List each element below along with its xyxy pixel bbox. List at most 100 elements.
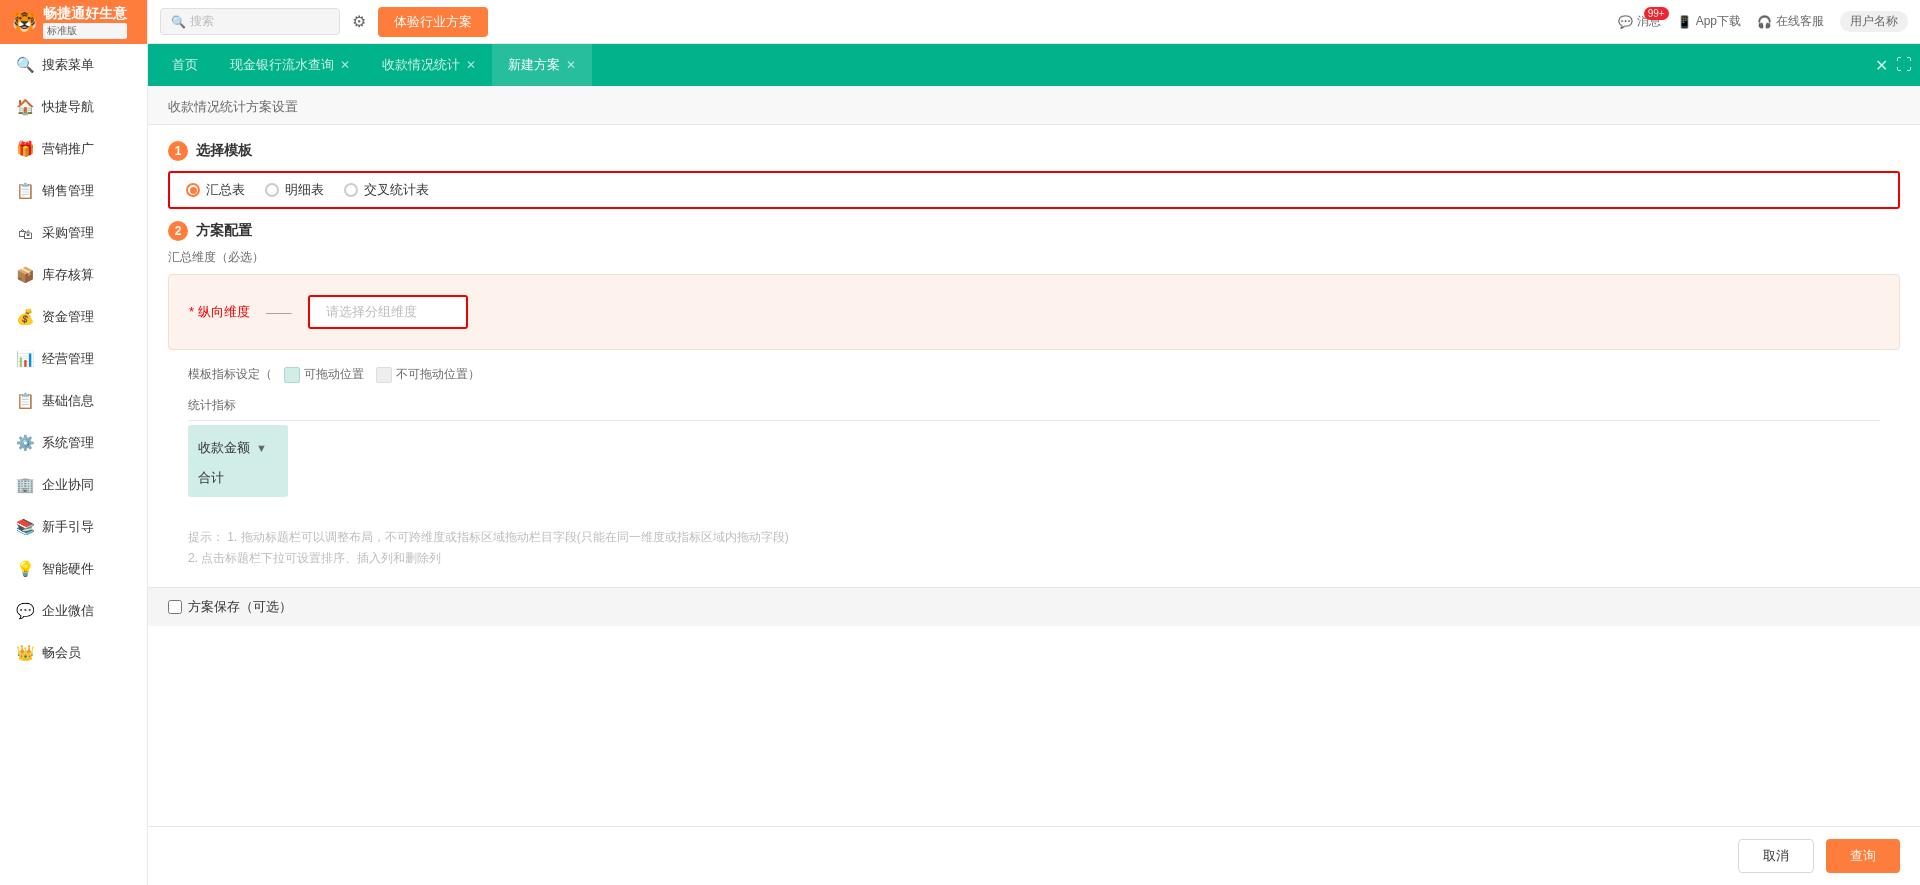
tab-label-new-plan: 新建方案: [508, 56, 560, 74]
message-button[interactable]: 💬 消息 99+: [1618, 13, 1661, 30]
search-placeholder: 搜索: [190, 13, 214, 30]
sidebar-label-wechat: 企业微信: [42, 602, 94, 620]
service-button[interactable]: 🎧 在线客服: [1757, 13, 1824, 30]
template-detail[interactable]: 明细表: [265, 181, 324, 199]
non-draggable-legend: 不可拖动位置）: [376, 366, 480, 383]
logo-text: 畅捷通好生意: [43, 5, 127, 23]
download-label: App下载: [1696, 13, 1741, 30]
sidebar-item-sales[interactable]: 📋 销售管理: [0, 170, 147, 212]
legend-row: 模板指标设定（ 可拖动位置 不可拖动位置）: [168, 366, 1900, 383]
enterprise-icon: 🏢: [16, 476, 34, 494]
topbar-right: 💬 消息 99+ 📱 App下载 🎧 在线客服 用户名称: [1618, 11, 1908, 32]
dimension-select[interactable]: 请选择分组维度: [308, 295, 468, 329]
tab-close-collection-stat[interactable]: ✕: [466, 58, 476, 72]
config-section: 汇总维度（必选） * 纵向维度 —— 请选择分组维度 模板指标设定（: [148, 249, 1920, 587]
sidebar-label-finance: 资金管理: [42, 308, 94, 326]
cancel-button[interactable]: 取消: [1738, 839, 1814, 873]
quick-nav-icon: 🏠: [16, 98, 34, 116]
action-bar: 取消 查询: [148, 826, 1920, 885]
sidebar-logo: 🐯 畅捷通好生意 标准版: [0, 0, 147, 44]
sidebar-label-quick-nav: 快捷导航: [42, 98, 94, 116]
tab-new-plan[interactable]: 新建方案 ✕: [492, 44, 592, 86]
section1-label: 选择模板: [196, 142, 252, 160]
tab-label-collection-stat: 收款情况统计: [382, 56, 460, 74]
draggable-label: 可拖动位置: [304, 366, 364, 383]
sidebar-item-wechat[interactable]: 💬 企业微信: [0, 590, 147, 632]
sidebar-item-operation[interactable]: 📊经营管理: [0, 338, 147, 380]
radio-detail-circle: [265, 183, 279, 197]
save-checkbox[interactable]: [168, 600, 182, 614]
non-draggable-label: 不可拖动位置）: [396, 366, 480, 383]
search-menu-icon: 🔍: [16, 56, 34, 74]
sidebar: 🐯 畅捷通好生意 标准版 🔍搜索菜单 🏠 快捷导航 🎁营销推广 📋 销售管理 🛍 采购管理 📦库…: [0, 0, 148, 885]
download-icon: 📱: [1677, 15, 1692, 29]
sidebar-label-sales: 销售管理: [42, 182, 94, 200]
purchase-icon: 🛍: [16, 225, 34, 242]
draggable-box: [284, 367, 300, 383]
template-summary-label: 汇总表: [206, 181, 245, 199]
template-radio-group: 汇总表 明细表 交叉统计表: [186, 181, 1882, 199]
sidebar-item-marketing[interactable]: 🎁营销推广: [0, 128, 147, 170]
sidebar-label-basic-info: 基础信息: [42, 392, 94, 410]
sidebar-item-member[interactable]: 👑畅会员: [0, 632, 147, 674]
sidebar-label-smart-hw: 智能硬件: [42, 560, 94, 578]
sidebar-label-operation: 经营管理: [42, 350, 94, 368]
tabbar-actions: ✕ ⛶: [1875, 56, 1912, 75]
sidebar-item-smart-hw[interactable]: 💡智能硬件: [0, 548, 147, 590]
user-info[interactable]: 用户名称: [1840, 11, 1908, 32]
template-summary[interactable]: 汇总表: [186, 181, 245, 199]
stat-chip-label: 收款金额: [198, 439, 250, 457]
topbar-search[interactable]: 🔍 搜索: [160, 8, 340, 35]
sidebar-item-finance[interactable]: 💰 资金管理: [0, 296, 147, 338]
tips-section: 提示： 1. 拖动标题栏可以调整布局，不可跨维度或指标区域拖动栏目字段(只能在同…: [168, 513, 1900, 587]
sidebar-item-inventory[interactable]: 📦库存核算: [0, 254, 147, 296]
sidebar-item-enterprise[interactable]: 🏢 企业协同: [0, 464, 147, 506]
query-button[interactable]: 查询: [1826, 839, 1900, 873]
gear-icon[interactable]: ⚙: [352, 12, 366, 31]
tips-line2: 2. 点击标题栏下拉可设置排序、插入列和删除列: [188, 550, 1880, 567]
sidebar-label-purchase: 采购管理: [42, 224, 94, 242]
message-badge: 99+: [1644, 7, 1669, 20]
sidebar-item-sys-mgmt[interactable]: ⚙️系统管理: [0, 422, 147, 464]
footer-section: 方案保存（可选）: [148, 587, 1920, 626]
sidebar-label-enterprise: 企业协同: [42, 476, 94, 494]
template-cross[interactable]: 交叉统计表: [344, 181, 429, 199]
tab-collection-stat[interactable]: 收款情况统计 ✕: [366, 44, 492, 86]
trial-button[interactable]: 体验行业方案: [378, 7, 488, 37]
sys-mgmt-icon: ⚙️: [16, 434, 34, 452]
close-all-icon[interactable]: ✕: [1875, 56, 1888, 75]
marketing-icon: 🎁: [16, 140, 34, 158]
dim-row: * 纵向维度 —— 请选择分组维度: [189, 295, 1879, 329]
chevron-down-icon: ▼: [256, 442, 267, 454]
stat-table: 统计指标 收款金额 ▼ 合计: [188, 391, 1880, 497]
template-selection-box: 汇总表 明细表 交叉统计表: [168, 171, 1900, 209]
stat-subtotal: 合计: [188, 465, 288, 491]
radio-cross-circle: [344, 183, 358, 197]
section2-label: 方案配置: [196, 222, 252, 240]
wechat-icon: 💬: [16, 602, 34, 620]
sidebar-item-purchase[interactable]: 🛍 采购管理: [0, 212, 147, 254]
sidebar-item-search-menu[interactable]: 🔍搜索菜单: [0, 44, 147, 86]
dimension-area: * 纵向维度 —— 请选择分组维度: [168, 274, 1900, 350]
stat-chip-collection[interactable]: 收款金额 ▼: [188, 435, 288, 461]
sidebar-item-newbie[interactable]: 📚新手引导: [0, 506, 147, 548]
search-icon: 🔍: [171, 15, 186, 29]
logo-icon: 🐯: [12, 10, 37, 34]
dimension-subsection: 汇总维度（必选） * 纵向维度 —— 请选择分组维度: [168, 249, 1900, 350]
fullscreen-icon[interactable]: ⛶: [1896, 56, 1912, 75]
logo-badge: 标准版: [43, 23, 127, 39]
tips-line1: 提示： 1. 拖动标题栏可以调整布局，不可跨维度或指标区域拖动栏目字段(只能在同…: [188, 529, 1880, 546]
sales-icon: 📋: [16, 182, 34, 200]
content-inner: 收款情况统计方案设置 1 选择模板 汇总表 明细表: [148, 86, 1920, 826]
download-button[interactable]: 📱 App下载: [1677, 13, 1741, 30]
tab-bank-flow[interactable]: 现金银行流水查询✕: [214, 44, 366, 86]
finance-icon: 💰: [16, 308, 34, 326]
sidebar-label-member: 畅会员: [42, 644, 81, 662]
sidebar-item-basic-info[interactable]: 📋基础信息: [0, 380, 147, 422]
tab-close-bank-flow[interactable]: ✕: [340, 58, 350, 72]
radio-summary-circle: [186, 183, 200, 197]
sidebar-item-quick-nav[interactable]: 🏠 快捷导航: [0, 86, 147, 128]
tab-home[interactable]: 首页: [156, 44, 214, 86]
template-detail-label: 明细表: [285, 181, 324, 199]
tab-close-new-plan[interactable]: ✕: [566, 58, 576, 72]
